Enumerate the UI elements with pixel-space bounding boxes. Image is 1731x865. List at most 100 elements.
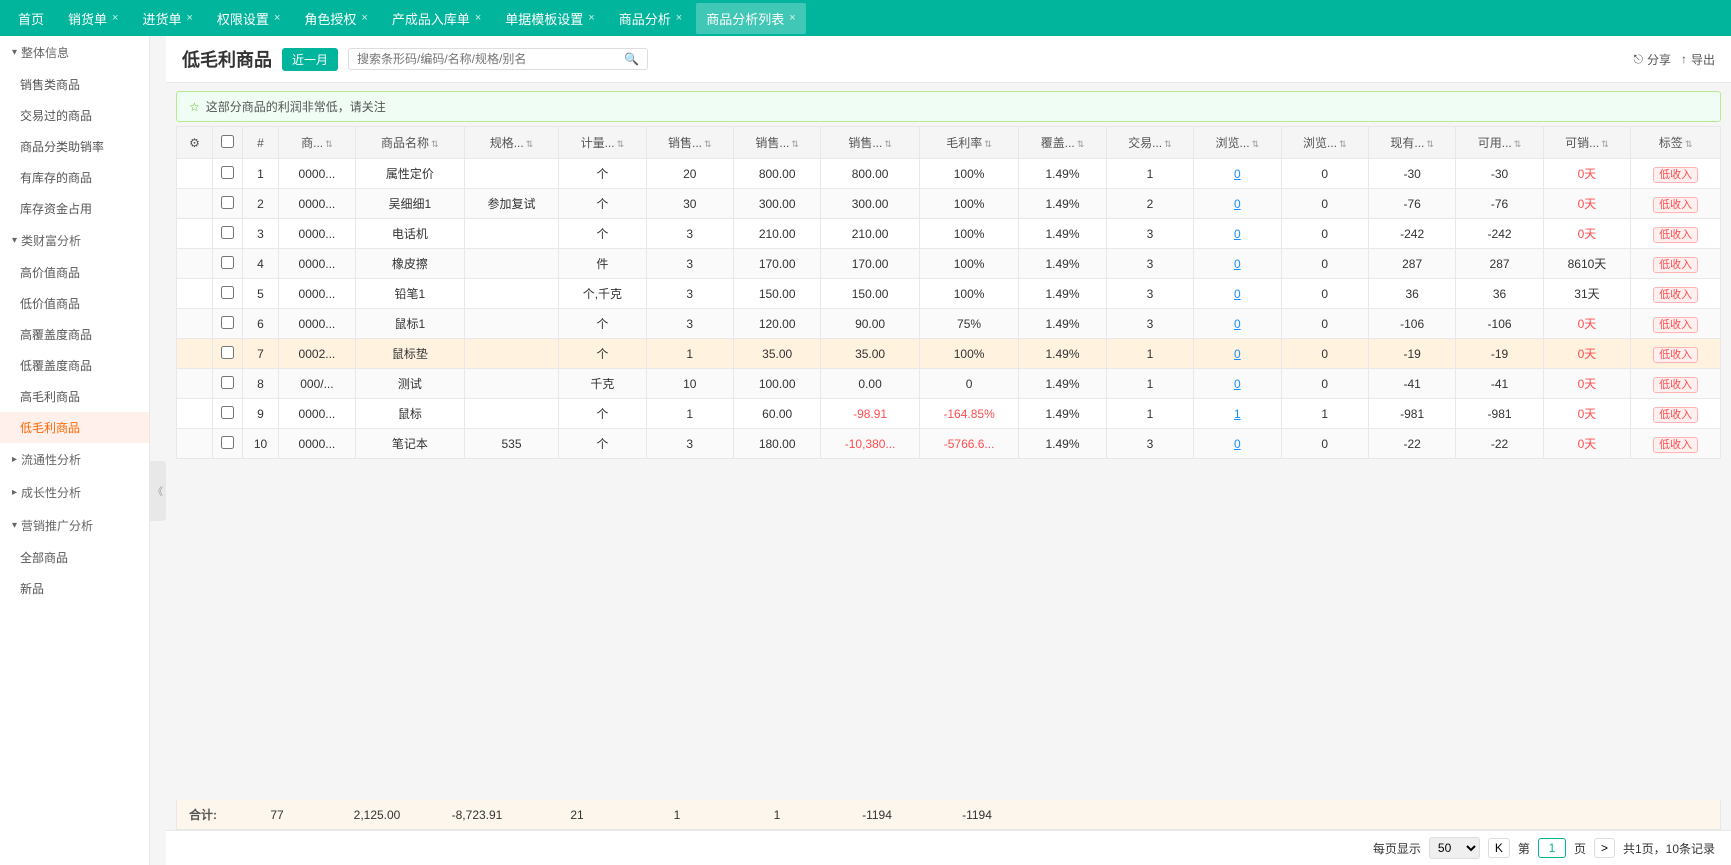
row-checkbox[interactable] [221,196,234,209]
row-checkbox[interactable] [221,346,234,359]
col-tag[interactable]: 标签⇅ [1631,127,1721,159]
col-saleable[interactable]: 可销...⇅ [1543,127,1630,159]
cell-checkbox[interactable] [213,189,243,219]
nav-purchase[interactable]: 进货单 × [132,3,202,34]
cell-browse1[interactable]: 0 [1194,339,1281,369]
cell-checkbox[interactable] [213,249,243,279]
col-sale-count[interactable]: 销售...⇅ [646,127,733,159]
cell-sale-count: 3 [646,309,733,339]
share-button[interactable]: ⎋ 分享 [1633,51,1671,68]
nav-close-roles[interactable]: × [361,12,367,24]
sidebar-item-category-rate[interactable]: 商品分类助销率 [0,131,149,162]
cell-browse1[interactable]: 0 [1194,429,1281,459]
nav-close-sales[interactable]: × [112,12,118,24]
sidebar-group-overall[interactable]: ▾ 整体信息 [0,36,149,69]
data-table: ⚙ # 商...⇅ 商品名称⇅ 规格...⇅ 计量...⇅ 销售...⇅ 销售.… [176,126,1721,459]
col-checkbox[interactable] [213,127,243,159]
sidebar-item-low-profit[interactable]: 低毛利商品 [0,412,149,443]
nav-close-analysis-list[interactable]: × [789,12,795,24]
search-input[interactable] [357,52,624,66]
sidebar-item-all-goods[interactable]: 全部商品 [0,542,149,573]
col-browse1[interactable]: 浏览...⇅ [1194,127,1281,159]
sidebar-item-sales-goods[interactable]: 销售类商品 [0,69,149,100]
filter-button[interactable]: 近一月 [282,48,338,71]
col-name[interactable]: 商品名称⇅ [355,127,464,159]
cell-checkbox[interactable] [213,399,243,429]
sidebar-group-marketing[interactable]: ▾ 营销推广分析 [0,509,149,542]
sidebar-item-in-stock[interactable]: 有库存的商品 [0,162,149,193]
nav-close-template[interactable]: × [588,12,594,24]
col-settings[interactable]: ⚙ [177,127,213,159]
cell-checkbox[interactable] [213,309,243,339]
cell-checkbox[interactable] [213,339,243,369]
sidebar-item-low-value[interactable]: 低价值商品 [0,288,149,319]
sidebar-item-high-profit[interactable]: 高毛利商品 [0,381,149,412]
cell-coverage: 1.49% [1019,399,1106,429]
cell-name: 测试 [355,369,464,399]
sidebar-group-wealth[interactable]: ▾ 类财富分析 [0,224,149,257]
first-page-button[interactable]: K [1488,838,1510,858]
nav-home[interactable]: 首页 [8,3,54,34]
cell-browse1[interactable]: 0 [1194,189,1281,219]
sidebar-group-flow[interactable]: ▸ 流通性分析 [0,443,149,476]
row-checkbox[interactable] [221,256,234,269]
cell-checkbox[interactable] [213,159,243,189]
cell-browse1[interactable]: 0 [1194,249,1281,279]
sidebar-item-high-coverage[interactable]: 高覆盖度商品 [0,319,149,350]
col-browse2[interactable]: 浏览...⇅ [1281,127,1368,159]
row-checkbox[interactable] [221,406,234,419]
export-button[interactable]: ↑ 导出 [1681,51,1715,68]
row-checkbox[interactable] [221,316,234,329]
row-checkbox[interactable] [221,226,234,239]
nav-roles[interactable]: 角色授权 × [294,3,377,34]
next-page-button[interactable]: > [1594,838,1615,858]
nav-close-analysis[interactable]: × [676,12,682,24]
nav-perms[interactable]: 权限设置 × [207,3,290,34]
cell-browse1[interactable]: 0 [1194,369,1281,399]
nav-analysis[interactable]: 商品分析 × [609,3,692,34]
cell-checkbox[interactable] [213,429,243,459]
notice-bar: ☆ 这部分商品的利润非常低，请关注 [176,91,1721,122]
col-sale-price[interactable]: 销售...⇅ [733,127,820,159]
sidebar-item-high-value[interactable]: 高价值商品 [0,257,149,288]
select-all-checkbox[interactable] [221,135,234,148]
nav-analysis-list[interactable]: 商品分析列表 × [696,3,805,34]
row-checkbox[interactable] [221,436,234,449]
nav-stock[interactable]: 产成品入库单 × [382,3,491,34]
col-spec[interactable]: 规格...⇅ [464,127,558,159]
sidebar-item-low-coverage[interactable]: 低覆盖度商品 [0,350,149,381]
nav-sales[interactable]: 销货单 × [58,3,128,34]
sidebar-item-new-goods[interactable]: 新品 [0,573,149,604]
col-unit[interactable]: 计量...⇅ [559,127,646,159]
col-current[interactable]: 现有...⇅ [1368,127,1455,159]
col-profit-rate[interactable]: 毛利率⇅ [919,127,1018,159]
col-sale-profit[interactable]: 销售...⇅ [821,127,919,159]
sidebar-toggle[interactable]: 《 [150,461,166,521]
nav-template[interactable]: 单据模板设置 × [495,3,604,34]
cell-checkbox[interactable] [213,369,243,399]
cell-checkbox[interactable] [213,279,243,309]
col-available[interactable]: 可用...⇅ [1456,127,1543,159]
cell-browse1[interactable]: 0 [1194,279,1281,309]
col-code[interactable]: 商...⇅ [279,127,356,159]
row-checkbox[interactable] [221,376,234,389]
sidebar-item-stock-fund[interactable]: 库存资金占用 [0,193,149,224]
cell-browse1[interactable]: 0 [1194,219,1281,249]
cell-unit: 个 [559,309,646,339]
cell-checkbox[interactable] [213,219,243,249]
nav-close-purchase[interactable]: × [186,12,192,24]
cell-browse1[interactable]: 0 [1194,159,1281,189]
nav-close-perms[interactable]: × [274,12,280,24]
cell-browse1[interactable]: 1 [1194,399,1281,429]
sidebar-item-traded-goods[interactable]: 交易过的商品 [0,100,149,131]
col-trade[interactable]: 交易...⇅ [1106,127,1193,159]
row-checkbox[interactable] [221,166,234,179]
per-page-select[interactable]: 50 100 200 [1429,837,1480,859]
cell-profit-rate: -164.85% [919,399,1018,429]
cell-browse1[interactable]: 0 [1194,309,1281,339]
search-icon[interactable]: 🔍 [624,52,639,66]
sidebar-group-growth[interactable]: ▸ 成长性分析 [0,476,149,509]
nav-close-stock[interactable]: × [475,12,481,24]
row-checkbox[interactable] [221,286,234,299]
col-coverage[interactable]: 覆盖...⇅ [1019,127,1106,159]
